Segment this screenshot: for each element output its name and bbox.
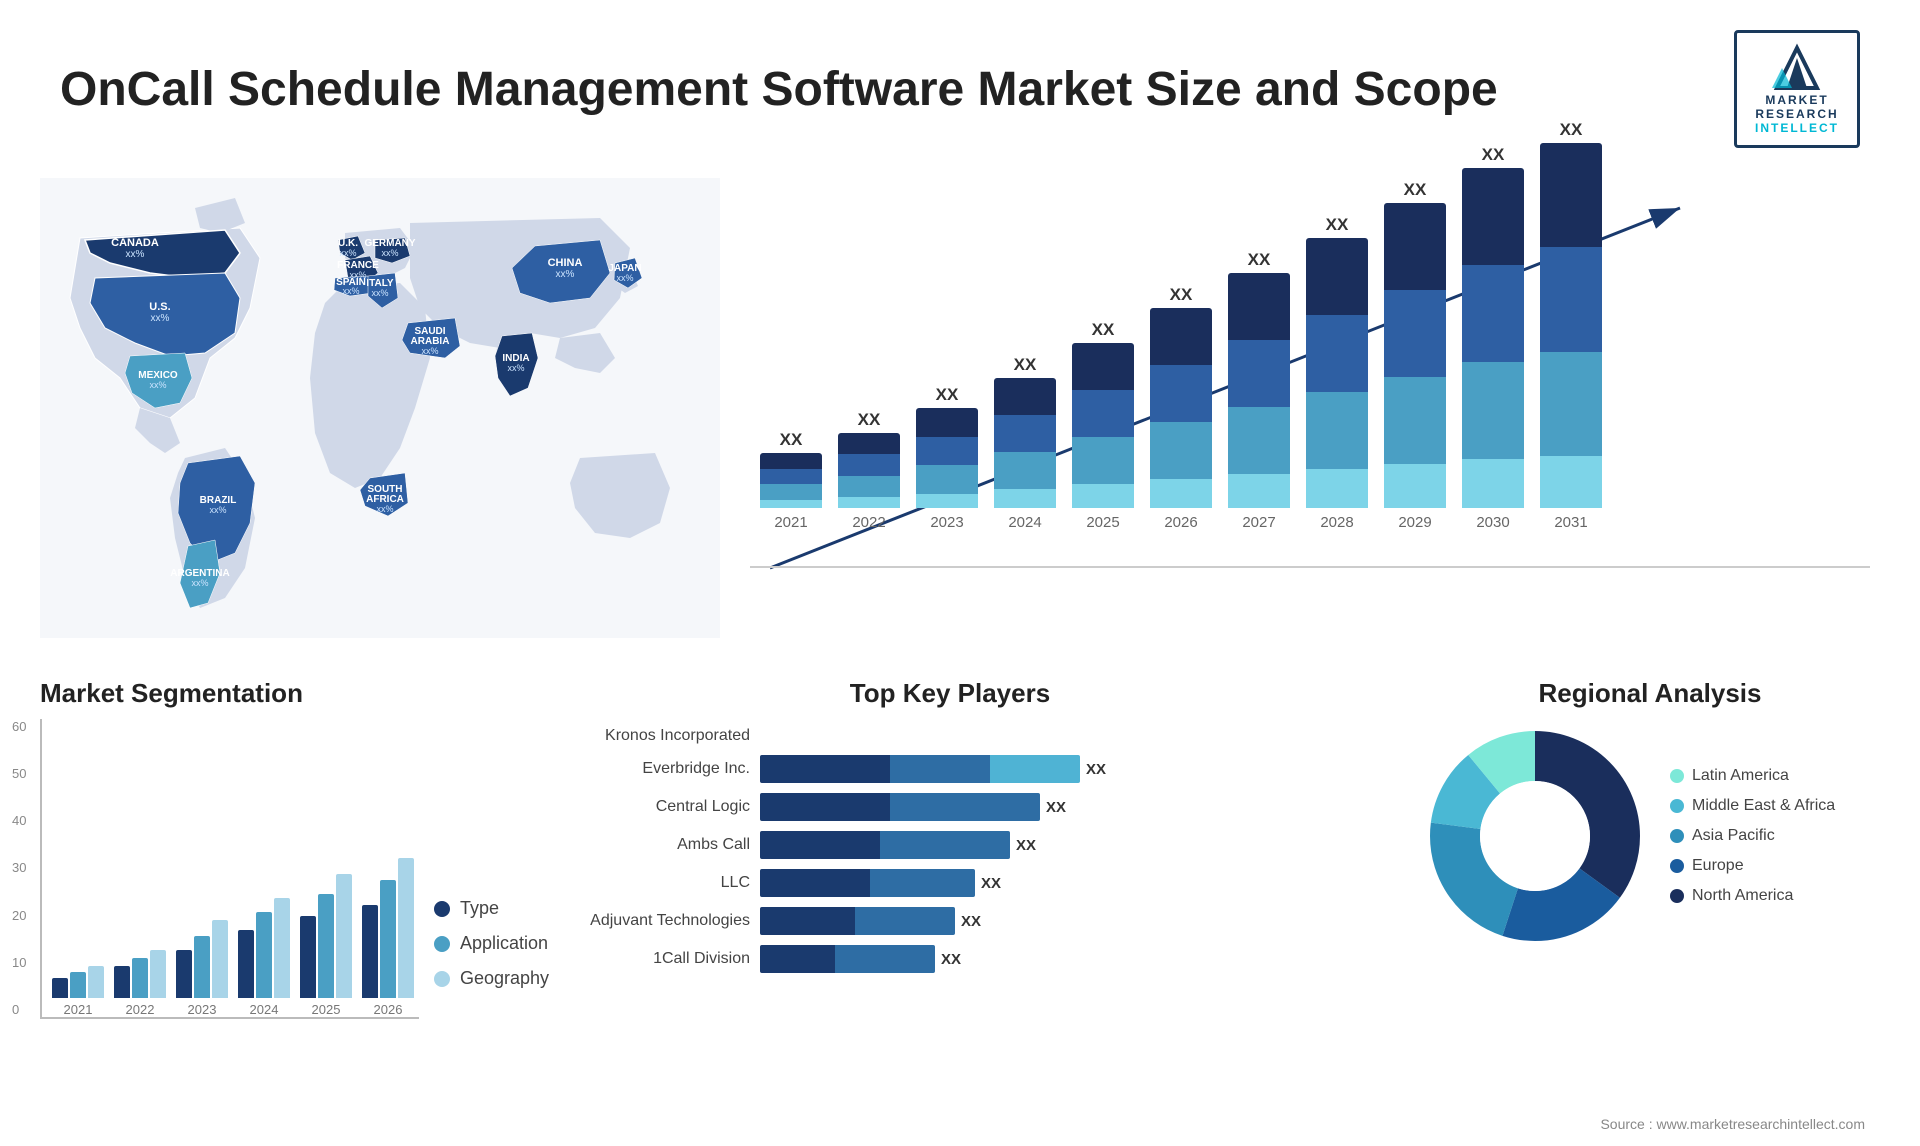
player-name: 1Call Division <box>530 950 750 968</box>
type-dot <box>434 901 450 917</box>
segmentation-title: Market Segmentation <box>40 678 480 709</box>
player-bar-container: XX <box>760 793 1370 821</box>
player-xx: XX <box>1016 837 1036 854</box>
player-xx: XX <box>961 913 981 930</box>
regional-content: Latin America Middle East & Africa Asia … <box>1420 721 1880 951</box>
player-row-1call: 1Call Division XX <box>530 945 1370 973</box>
logo-line2: RESEARCH <box>1755 107 1838 121</box>
legend-northamerica: North America <box>1670 887 1835 905</box>
bottom-row: Market Segmentation 0 10 20 30 40 50 60 <box>0 658 1920 1118</box>
player-bar-container: XX <box>760 945 1370 973</box>
logo-icon <box>1767 43 1827 93</box>
player-bar-container: XX <box>760 755 1370 783</box>
player-bar-container: XX <box>760 907 1370 935</box>
page-title: OnCall Schedule Management Software Mark… <box>60 62 1498 117</box>
svg-text:xx%: xx% <box>371 288 388 298</box>
china-label: CHINA <box>548 257 583 269</box>
bar-2027: XX 2027 <box>1228 250 1290 531</box>
svg-text:xx%: xx% <box>342 286 359 296</box>
bar-2024: XX 2024 <box>994 355 1056 531</box>
legend-latin: Latin America <box>1670 767 1835 785</box>
world-map: CANADA xx% U.S. xx% MEXICO xx% BRAZIL xx… <box>40 178 720 638</box>
bar-2022: XX 2022 <box>838 410 900 531</box>
svg-text:xx%: xx% <box>616 273 633 283</box>
svg-text:xx%: xx% <box>126 249 145 260</box>
europe-dot <box>1670 859 1684 873</box>
player-row-ambs: Ambs Call XX <box>530 831 1370 859</box>
logo: MARKET RESEARCH INTELLECT <box>1734 30 1860 148</box>
player-name: Central Logic <box>530 798 750 816</box>
regional-section: Regional Analysis <box>1420 678 1880 1098</box>
svg-text:xx%: xx% <box>507 363 524 373</box>
player-name: LLC <box>530 874 750 892</box>
segmentation-section: Market Segmentation 0 10 20 30 40 50 60 <box>40 678 480 1098</box>
bar-2023: XX 2023 <box>916 385 978 531</box>
logo-line1: MARKET <box>1765 93 1828 107</box>
svg-text:xx%: xx% <box>191 578 208 588</box>
regional-title: Regional Analysis <box>1420 678 1880 709</box>
player-row-adjuvant: Adjuvant Technologies XX <box>530 907 1370 935</box>
svg-text:xx%: xx% <box>209 505 226 515</box>
player-row-kronos: Kronos Incorporated <box>530 727 1370 745</box>
svg-text:xx%: xx% <box>376 504 393 514</box>
bar-2031: XX 2031 <box>1540 120 1602 531</box>
legend-europe: Europe <box>1670 857 1835 875</box>
player-xx: XX <box>1046 799 1066 816</box>
player-xx: XX <box>941 951 961 968</box>
player-name: Kronos Incorporated <box>530 727 750 745</box>
player-row-central: Central Logic XX <box>530 793 1370 821</box>
svg-text:xx%: xx% <box>149 380 166 390</box>
geography-dot <box>434 971 450 987</box>
svg-text:xx%: xx% <box>556 269 575 280</box>
players-section: Top Key Players Kronos Incorporated Ever… <box>500 678 1400 1098</box>
legend-apac: Asia Pacific <box>1670 827 1835 845</box>
bar-2025: XX 2025 <box>1072 320 1134 531</box>
svg-text:xx%: xx% <box>339 248 356 258</box>
svg-text:xx%: xx% <box>381 248 398 258</box>
logo-line3: INTELLECT <box>1755 121 1839 135</box>
players-title: Top Key Players <box>530 678 1370 709</box>
donut-chart <box>1420 721 1650 951</box>
bar-2021: XX 2021 <box>760 430 822 531</box>
player-row-llc: LLC XX <box>530 869 1370 897</box>
bar-2028: XX 2028 <box>1306 215 1368 531</box>
svg-text:xx%: xx% <box>151 313 170 324</box>
bar-2030: XX 2030 <box>1462 145 1524 531</box>
player-name: Adjuvant Technologies <box>530 912 750 930</box>
bar-2029: XX 2029 <box>1384 180 1446 531</box>
legend-mea: Middle East & Africa <box>1670 797 1835 815</box>
us-label: U.S. <box>149 301 170 313</box>
player-name: Ambs Call <box>530 836 750 854</box>
player-row-everbridge: Everbridge Inc. XX <box>530 755 1370 783</box>
player-bar-container: XX <box>760 869 1370 897</box>
growth-chart-section: XX 2021 XX 2022 <box>740 168 1880 658</box>
bar-2026: XX 2026 <box>1150 285 1212 531</box>
northamerica-dot <box>1670 889 1684 903</box>
player-xx: XX <box>981 875 1001 892</box>
growth-bars: XX 2021 XX 2022 <box>750 168 1870 568</box>
canada-label: CANADA <box>111 237 159 249</box>
player-name: Everbridge Inc. <box>530 760 750 778</box>
apac-dot <box>1670 829 1684 843</box>
application-dot <box>434 936 450 952</box>
regional-legend: Latin America Middle East & Africa Asia … <box>1670 767 1835 905</box>
player-xx: XX <box>1086 761 1106 778</box>
page-header: OnCall Schedule Management Software Mark… <box>0 0 1920 168</box>
source-text: Source : www.marketresearchintellect.com <box>1600 1116 1865 1132</box>
world-map-section: CANADA xx% U.S. xx% MEXICO xx% BRAZIL xx… <box>40 168 720 658</box>
svg-text:xx%: xx% <box>421 346 438 356</box>
latin-dot <box>1670 769 1684 783</box>
player-bar-container: XX <box>760 831 1370 859</box>
mea-dot <box>1670 799 1684 813</box>
